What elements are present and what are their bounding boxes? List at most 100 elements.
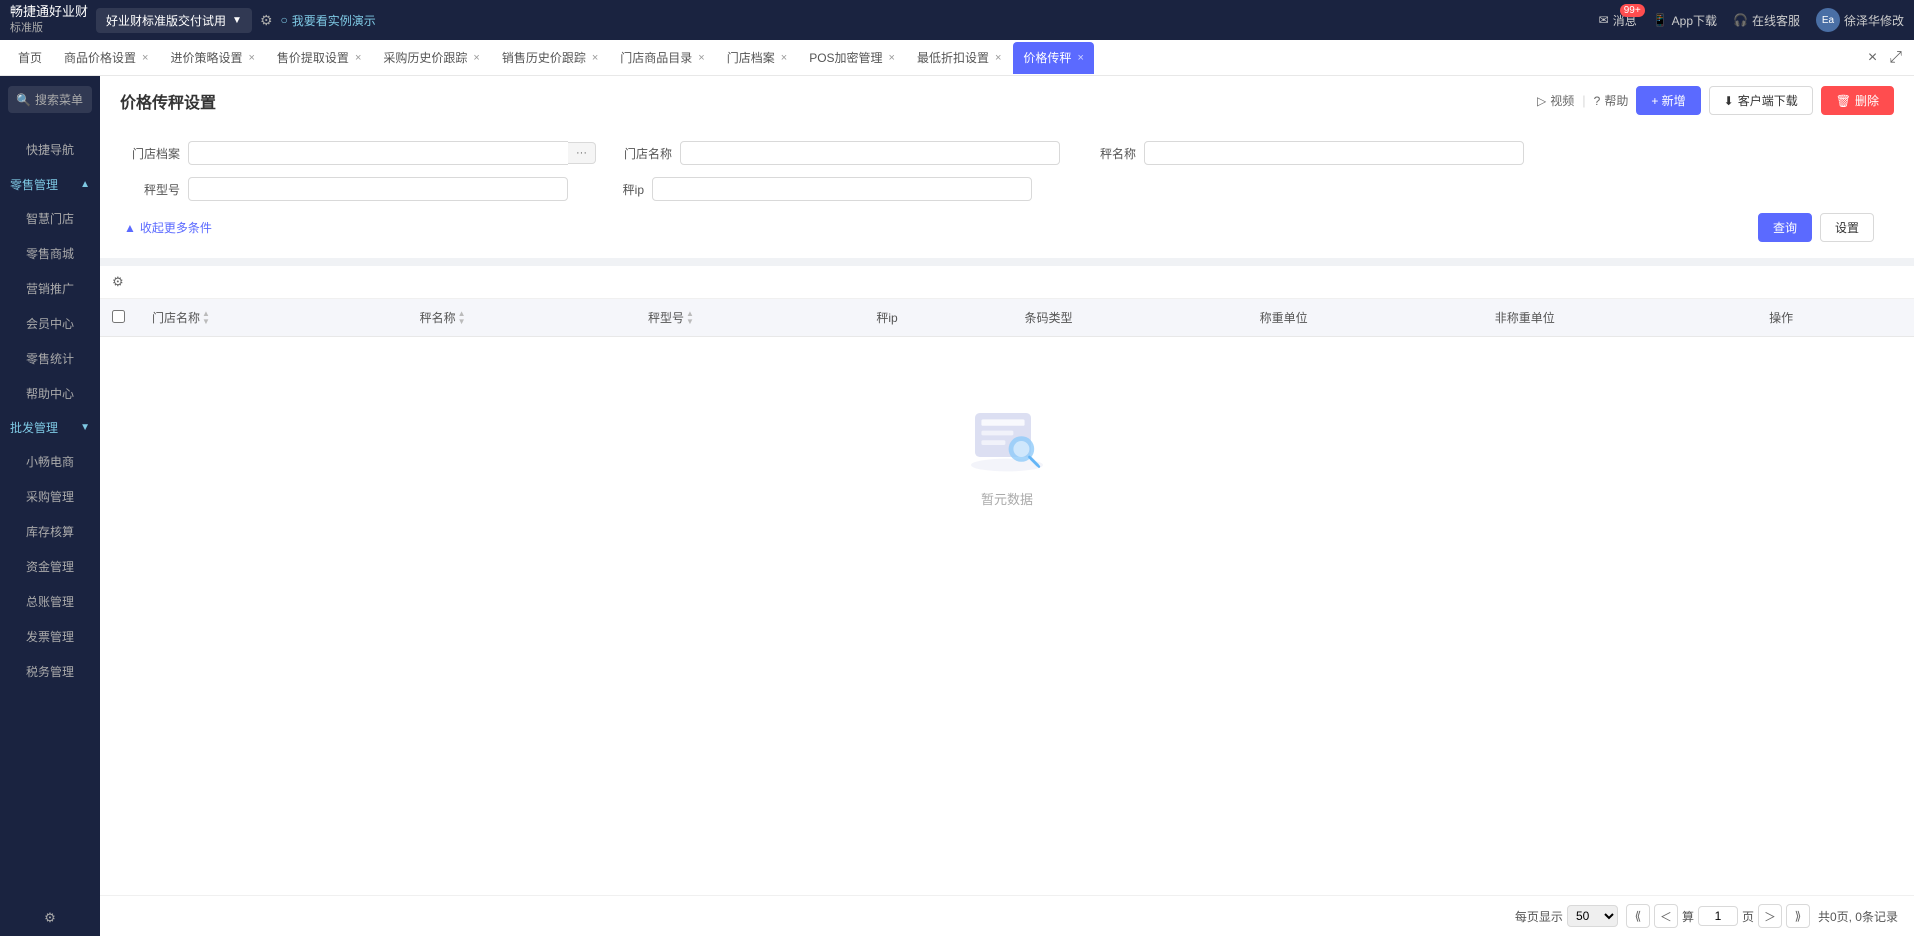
close-icon[interactable]: × [1077,52,1083,64]
delete-button[interactable]: 🗑 删除 [1821,86,1894,115]
sidebar-group-retail[interactable]: 零售管理 ▲ [0,168,100,201]
sidebar-item-member[interactable]: 会员中心 [0,306,100,341]
form-row-1: 门店档案 ··· 门店名称 秤名称 [120,141,1894,165]
tab-store-product-catalog[interactable]: 门店商品目录 × [610,42,714,74]
tab-price-extract[interactable]: 售价提取设置 × [267,42,371,74]
page-label: 算 [1682,908,1694,925]
online-service-button[interactable]: 🎧 在线客服 [1733,12,1800,29]
close-icon[interactable]: × [995,52,1001,64]
close-icon[interactable]: × [355,52,361,64]
close-icon[interactable]: × [142,52,148,64]
settings-icon[interactable]: ⚙ [260,12,273,29]
sidebar-item-general-ledger[interactable]: 总账管理 [0,584,100,619]
query-button[interactable]: 查询 [1758,213,1812,242]
sort-scale-name[interactable]: 秤名称 ▲▼ [420,309,624,326]
sidebar-group-wholesale[interactable]: 批发管理 ▼ [0,411,100,444]
tab-min-discount[interactable]: 最低折扣设置 × [907,42,1011,74]
th-weight-unit: 称重单位 [1248,299,1483,337]
sidebar-item-retail-stats[interactable]: 零售统计 [0,341,100,376]
tab-home[interactable]: 首页 [8,42,52,74]
search-form-buttons: 查询 设置 [1758,213,1894,242]
close-icon[interactable]: × [248,52,254,64]
video-link[interactable]: ▷ 视频 [1537,92,1574,109]
app-download-button[interactable]: 📱 App下载 [1653,12,1717,29]
th-store-name: 门店名称 ▲▼ [140,299,408,337]
sidebar-search-area: 🔍 搜索菜单 [0,76,100,123]
store-name-input[interactable] [680,141,1060,165]
sidebar-item-finance[interactable]: 资金管理 [0,549,100,584]
video-icon: ▷ [1537,94,1546,108]
close-icon[interactable]: × [889,52,895,64]
th-actions: 操作 [1757,299,1914,337]
table-settings-icon[interactable]: ⚙ [112,274,124,290]
form-item-scale-name: 秤名称 [1076,141,1524,165]
chevron-down-icon: ▼ [80,422,90,433]
tab-purchase-strategy[interactable]: 进价策略设置 × [160,42,264,74]
sidebar-item-purchase[interactable]: 采购管理 [0,479,100,514]
sidebar-item-smart-store[interactable]: 智慧门店 [0,201,100,236]
empty-state: 暂元数据 [100,337,1914,568]
top-bar: 畅捷通好业财 标准版 好业财标准版交付试用 ▼ ⚙ ○ 我要看实例演示 ✉ 消息… [0,0,1914,40]
th-checkbox [100,299,140,337]
prev-page-button[interactable]: ＜ [1654,904,1678,928]
tab-product-price[interactable]: 商品价格设置 × [54,42,158,74]
user-menu-button[interactable]: Ea 徐泽华修改 [1816,8,1904,32]
close-tab-icon[interactable]: × [1864,49,1881,67]
scale-name-label: 秤名称 [1076,145,1136,162]
scale-ip-input[interactable] [652,177,1032,201]
version-selector[interactable]: 好业财标准版交付试用 ▼ [96,8,252,33]
page-actions: ▷ 视频 | ? 帮助 + 新增 ⬇ 客户端下载 [1537,86,1894,115]
top-bar-left: 畅捷通好业财 标准版 好业财标准版交付试用 ▼ ⚙ ○ 我要看实例演示 [10,4,376,35]
page-number-input[interactable] [1698,906,1738,926]
collapse-more-button[interactable]: ▲ 收起更多条件 [120,215,216,240]
scale-name-input[interactable] [1144,141,1524,165]
sidebar-item-xiaochang[interactable]: 小畅电商 [0,444,100,479]
sidebar-item-retail-mall[interactable]: 零售商城 [0,236,100,271]
messages-button[interactable]: ✉ 消息 99+ [1599,12,1637,29]
sidebar-item-inventory[interactable]: 库存核算 [0,514,100,549]
tab-pos-management[interactable]: POS加密管理 × [799,42,905,74]
next-page-button[interactable]: ＞ [1758,904,1782,928]
sidebar-item-marketing[interactable]: 营销推广 [0,271,100,306]
close-icon[interactable]: × [781,52,787,64]
close-icon[interactable]: × [592,52,598,64]
scale-ip-label: 秤ip [584,181,644,198]
data-table: 门店名称 ▲▼ 秤名称 ▲▼ [100,299,1914,337]
close-icon[interactable]: × [698,52,704,64]
store-archive-input[interactable] [188,141,568,165]
tab-price-scale[interactable]: 价格传秤 × [1013,42,1093,74]
sidebar-item-quick-nav[interactable]: 快捷导航 [0,131,100,168]
search-menu-button[interactable]: 🔍 搜索菜单 [8,86,92,113]
store-name-label: 门店名称 [612,145,672,162]
tab-bar: 首页 商品价格设置 × 进价策略设置 × 售价提取设置 × 采购历史价跟踪 × … [0,40,1914,76]
th-scale-model: 秤型号 ▲▼ [636,299,864,337]
fullscreen-icon[interactable]: ⤢ [1885,49,1906,67]
tab-store-archive[interactable]: 门店档案 × [717,42,797,74]
sidebar-settings-button[interactable]: ⚙ [0,900,100,936]
tab-sales-history[interactable]: 销售历史价跟踪 × [492,42,608,74]
demo-button[interactable]: ○ 我要看实例演示 [281,12,376,29]
sort-scale-model[interactable]: 秤型号 ▲▼ [648,309,852,326]
scale-model-input[interactable] [188,177,568,201]
headset-icon: 🎧 [1733,13,1748,27]
message-icon: ✉ [1599,13,1609,27]
sort-store-name[interactable]: 门店名称 ▲▼ [152,309,396,326]
store-archive-browse-button[interactable]: ··· [568,142,596,164]
last-page-button[interactable]: ⟫ [1786,904,1810,928]
first-page-button[interactable]: ⟪ [1626,904,1650,928]
help-link[interactable]: ? 帮助 [1594,92,1629,109]
sidebar-item-help[interactable]: 帮助中心 [0,376,100,411]
close-icon[interactable]: × [473,52,479,64]
select-all-checkbox[interactable] [112,310,125,323]
form-item-store-name: 门店名称 [612,141,1060,165]
download-icon: ⬇ [1724,94,1734,108]
search-form: 门店档案 ··· 门店名称 秤名称 [100,125,1914,258]
tab-purchase-history[interactable]: 采购历史价跟踪 × [373,42,489,74]
page-size-select[interactable]: 10 20 50 100 [1567,905,1618,927]
add-button[interactable]: + 新增 [1636,86,1700,115]
download-client-button[interactable]: ⬇ 客户端下载 [1709,86,1813,115]
settings-search-button[interactable]: 设置 [1820,213,1874,242]
sidebar-item-tax[interactable]: 税务管理 [0,654,100,689]
avatar: Ea [1816,8,1840,32]
sidebar-item-invoice[interactable]: 发票管理 [0,619,100,654]
